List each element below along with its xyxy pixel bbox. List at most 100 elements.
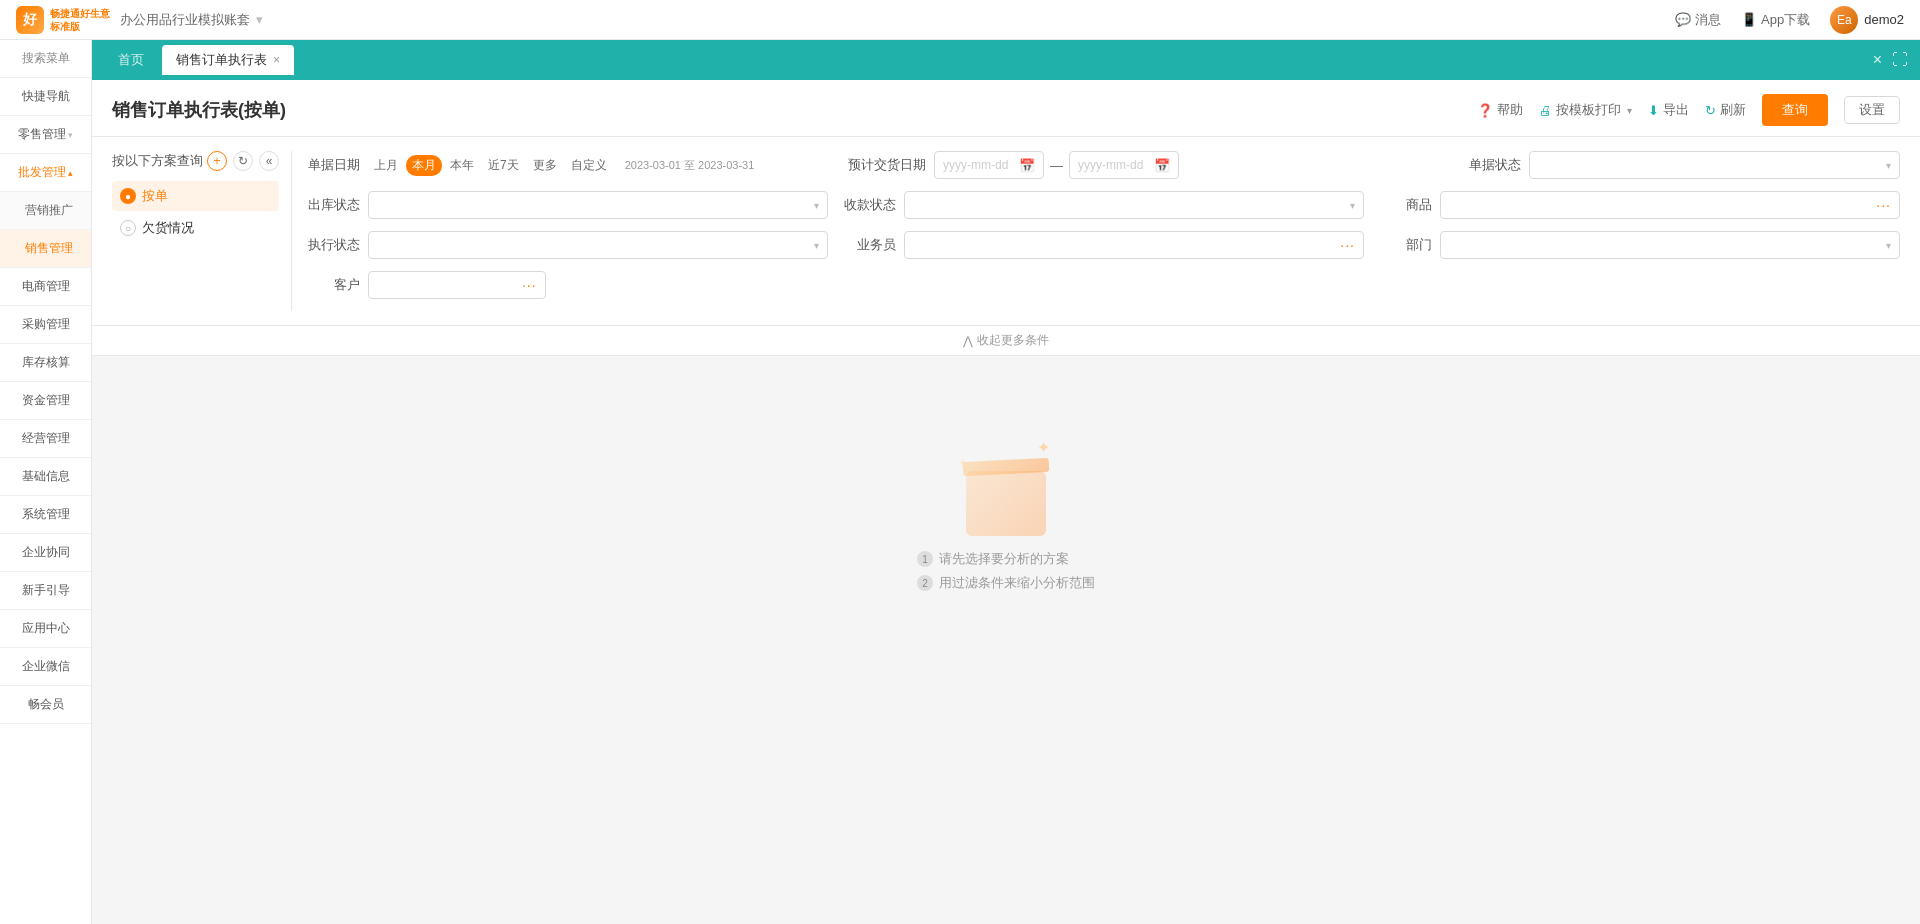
nav-item-by-order[interactable]: ● 按单 [112,181,279,211]
export-button[interactable]: ⬇ 导出 [1648,101,1689,119]
sidebar-item-app-center[interactable]: 应用中心 [0,610,91,648]
sidebar-item-wholesale-mgmt[interactable]: 批发管理 ▴ [0,154,91,192]
user-area[interactable]: Ea demo2 [1830,6,1904,34]
sidebar-item-vip-member[interactable]: 畅会员 [0,686,91,724]
date-tab-more[interactable]: 更多 [527,155,563,176]
sidebar-item-label: 销售管理 [25,241,73,255]
date-tab-this-month[interactable]: 本月 [406,155,442,176]
tab-maximize-btn[interactable]: ⛶ [1892,51,1908,69]
search-row-3: 执行状态 ▾ 业务员 ··· [304,231,1900,259]
exec-status-select[interactable]: ▾ [368,231,828,259]
sidebar-item-sales-mgmt[interactable]: 销售管理 [0,230,91,268]
sidebar-item-basic-info[interactable]: 基础信息 [0,458,91,496]
single-date-label: 单据日期 [304,156,360,174]
calendar-icon: 📅 [1019,158,1035,173]
sidebar-item-finance-mgmt[interactable]: 资金管理 [0,382,91,420]
collapse-panel-button[interactable]: « [259,151,279,171]
add-scheme-button[interactable]: + [207,151,227,171]
refresh-scheme-button[interactable]: ↻ [233,151,253,171]
search-row-2: 出库状态 ▾ 收款状态 ▾ [304,191,1900,219]
chevron-up-icon: ⋀ [963,334,973,348]
refresh-button[interactable]: ↻ 刷新 [1705,101,1746,119]
sidebar-item-retail-mgmt[interactable]: 零售管理 ▾ [0,116,91,154]
sidebar-item-enterprise-coop[interactable]: 企业协同 [0,534,91,572]
query-button[interactable]: 查询 [1762,94,1828,126]
sidebar-item-label: 新手引导 [22,583,70,597]
calendar-icon-2: 📅 [1154,158,1170,173]
search-left-header: 按以下方案查询 + ↻ « [112,151,279,171]
collection-status-select[interactable]: ▾ [904,191,1364,219]
page-content: 销售订单执行表(按单) ❓ 帮助 🖨 按模板打印 ▾ ⬇ 导出 [92,80,1920,924]
sidebar-item-quick-nav[interactable]: 快捷导航 [0,78,91,116]
customer-select[interactable]: ··· [368,271,546,299]
sidebar-item-label: 企业协同 [22,545,70,559]
out-status-select[interactable]: ▾ [368,191,828,219]
chevron-down-icon: ▾ [1886,240,1891,251]
export-icon: ⬇ [1648,103,1659,118]
tab-close-icon[interactable]: × [273,53,280,67]
breadcrumb-text: 办公用品行业模拟账套 [120,11,250,29]
customer-label: 客户 [304,276,360,294]
collection-status-field: 收款状态 ▾ [840,191,1364,219]
sidebar: 搜索菜单 快捷导航 零售管理 ▾ 批发管理 ▴ 营销推广 销售管理 电商管理 采… [0,40,92,924]
chevron-down-icon: ▾ [814,200,819,211]
dots-icon: ··· [1876,197,1891,213]
tabs-left: 首页 销售订单执行表 × [104,45,294,75]
dept-select[interactable]: ▾ [1440,231,1900,259]
sidebar-item-purchase-mgmt[interactable]: 采购管理 [0,306,91,344]
salesman-select[interactable]: ··· [904,231,1364,259]
sidebar-item-marketing[interactable]: 营销推广 [0,192,91,230]
sidebar-item-label: 营销推广 [25,203,73,217]
app-download-action[interactable]: 📱 App下载 [1741,11,1810,29]
date-tab-last-7-days[interactable]: 近7天 [482,155,525,176]
tabs-right: × ⛶ [1873,51,1908,69]
salesman-field: 业务员 ··· [840,231,1364,259]
single-date-field: 单据日期 上月 本月 本年 近7天 更多 自定义 2023-03-01 至 20… [304,155,836,176]
tab-sales-order[interactable]: 销售订单执行表 × [162,45,294,75]
settings-button[interactable]: 设置 [1844,96,1900,124]
sidebar-item-system-mgmt[interactable]: 系统管理 [0,496,91,534]
goods-select[interactable]: ··· [1440,191,1900,219]
sidebar-item-label: 电商管理 [22,279,70,293]
collapse-button[interactable]: ⋀ 收起更多条件 [963,332,1049,349]
expected-date-start-input[interactable]: yyyy-mm-dd 📅 [934,151,1044,179]
sidebar-item-ecommerce-mgmt[interactable]: 电商管理 [0,268,91,306]
empty-tip-1: 1 请先选择要分析的方案 [917,550,1069,568]
breadcrumb-dropdown-icon[interactable]: ▾ [256,12,263,27]
print-dropdown-icon[interactable]: ▾ [1627,105,1632,116]
sidebar-item-label: 批发管理 [18,164,66,181]
sidebar-item-label: 采购管理 [22,317,70,331]
empty-num-1: 1 [917,551,933,567]
exec-status-label: 执行状态 [304,236,360,254]
date-tab-last-month[interactable]: 上月 [368,155,404,176]
logo-icon: 好 [16,6,44,34]
expected-date-label: 预计交货日期 [848,156,926,174]
single-status-select[interactable]: ▾ [1529,151,1900,179]
nav-item-by-debt[interactable]: ○ 欠货情况 [112,213,279,243]
sidebar-item-search-menu[interactable]: 搜索菜单 [0,40,91,78]
search-left-icons: + ↻ « [207,151,279,171]
date-tab-custom[interactable]: 自定义 [565,155,613,176]
top-header: 好 畅捷通好生意 标准版 办公用品行业模拟账套 ▾ 💬 消息 📱 App下载 E… [0,0,1920,40]
sidebar-item-inventory[interactable]: 库存核算 [0,344,91,382]
tab-home[interactable]: 首页 [104,45,158,75]
tab-sales-order-label: 销售订单执行表 [176,51,267,69]
nav-dot-gray: ○ [120,220,136,236]
sidebar-item-operation-mgmt[interactable]: 经营管理 [0,420,91,458]
search-left-panel: 按以下方案查询 + ↻ « ● 按单 [112,151,292,311]
date-tab-this-year[interactable]: 本年 [444,155,480,176]
expected-date-end-input[interactable]: yyyy-mm-dd 📅 [1069,151,1179,179]
sidebar-item-new-guide[interactable]: 新手引导 [0,572,91,610]
expected-date-field: 预计交货日期 yyyy-mm-dd 📅 — yyyy-mm-dd [848,151,1453,179]
message-label: 消息 [1695,11,1721,29]
sidebar-item-enterprise-wechat[interactable]: 企业微信 [0,648,91,686]
help-button[interactable]: ❓ 帮助 [1477,101,1523,119]
user-name: demo2 [1864,12,1904,27]
tab-close-window-btn[interactable]: × [1873,51,1882,69]
nav-dot-active: ● [120,188,136,204]
header-left: 好 畅捷通好生意 标准版 办公用品行业模拟账套 ▾ [16,6,263,34]
dept-field: 部门 ▾ [1376,231,1900,259]
message-action[interactable]: 💬 消息 [1675,11,1721,29]
print-button[interactable]: 🖨 按模板打印 ▾ [1539,101,1632,119]
sidebar-item-label: 经营管理 [22,431,70,445]
